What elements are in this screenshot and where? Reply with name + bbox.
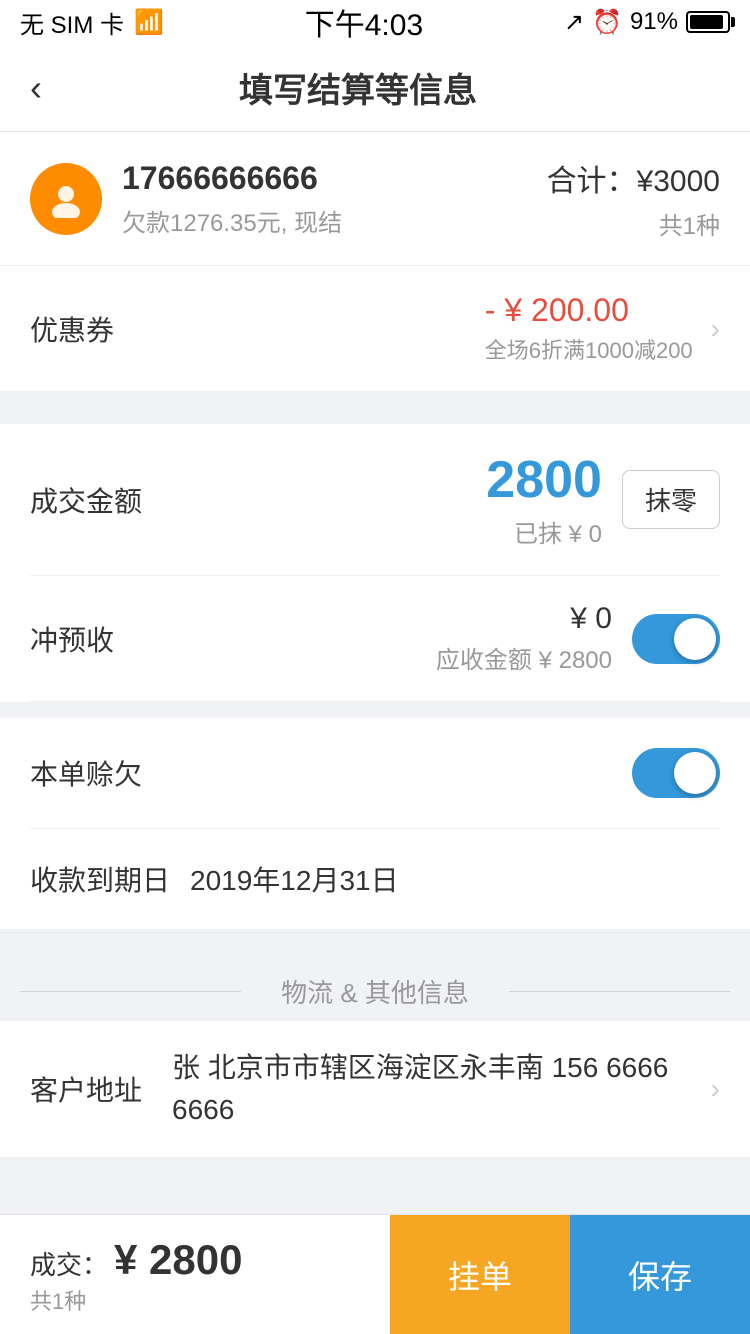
carrier-label: 无 SIM 卡 [20, 5, 124, 40]
debt-toggle[interactable] [632, 748, 720, 798]
coupon-label: 优惠券 [30, 309, 114, 349]
advance-amount-block: ¥ 0 应收金额 ¥ 2800 [436, 602, 612, 675]
address-section[interactable]: 客户地址 张 北京市市辖区海淀区永丰南 156 6666 6666 › [0, 1021, 750, 1157]
logistics-divider: 物流 & 其他信息 [0, 961, 750, 1021]
location-icon: ↗ [564, 8, 584, 37]
debt-label: 本单赊欠 [30, 753, 142, 793]
customer-sub-info: 欠款1276.35元, 现结 [122, 203, 342, 238]
advance-right: ¥ 0 应收金额 ¥ 2800 [436, 602, 720, 675]
footer-summary: 成交： ¥ 2800 共1种 [0, 1234, 390, 1316]
status-time: 下午4:03 [305, 0, 423, 44]
battery-icon [686, 11, 730, 33]
round-button[interactable]: 抹零 [622, 470, 720, 529]
address-chevron-icon: › [711, 1073, 720, 1105]
advance-payment-toggle[interactable] [632, 614, 720, 664]
alarm-icon: ⏰ [592, 8, 622, 37]
pending-button[interactable]: 挂单 [390, 1215, 570, 1334]
transaction-amount-row: 成交金额 2800 已抹 ¥ 0 抹零 [30, 424, 720, 576]
section-gap-1 [0, 408, 750, 424]
coupon-right: - ¥ 200.00 全场6折满1000减200 › [485, 292, 720, 365]
battery-percent: 91% [630, 8, 678, 36]
transaction-amount-sub: 已抹 ¥ 0 [486, 514, 602, 549]
coupon-row[interactable]: 优惠券 - ¥ 200.00 全场6折满1000减200 › [0, 266, 750, 392]
footer-amount: ¥ 2800 [114, 1236, 242, 1284]
coupon-info: - ¥ 200.00 全场6折满1000减200 [485, 292, 693, 365]
address-label: 客户地址 [30, 1069, 142, 1109]
duedate-label: 收款到期日 [30, 859, 170, 899]
amount-right: 2800 已抹 ¥ 0 抹零 [486, 450, 720, 549]
amount-block: 2800 已抹 ¥ 0 [486, 450, 602, 549]
transaction-amount-label: 成交金额 [30, 480, 142, 520]
section-gap-3 [0, 945, 750, 961]
debt-toggle-knob [674, 752, 716, 794]
divider-line-left [20, 991, 241, 992]
footer-transaction-line: 成交： ¥ 2800 [30, 1234, 360, 1284]
footer-transaction-label: 成交： [30, 1245, 108, 1282]
status-left: 无 SIM 卡 📶 [20, 5, 164, 40]
coupon-description: 全场6折满1000减200 [485, 333, 693, 365]
total-count-label: 共1种 [547, 206, 720, 241]
address-value: 张 北京市市辖区海淀区永丰南 156 6666 6666 [172, 1047, 701, 1131]
toggle-knob [674, 618, 716, 660]
transaction-section: 成交金额 2800 已抹 ¥ 0 抹零 冲预收 ¥ 0 应收金额 ¥ 2800 [0, 424, 750, 702]
page-title: 填写结算等信息 [52, 63, 664, 112]
duedate-row: 收款到期日 2019年12月31日 [30, 828, 720, 929]
back-button[interactable]: ‹ [20, 57, 52, 119]
logistics-divider-text: 物流 & 其他信息 [281, 973, 469, 1010]
avatar [30, 163, 102, 235]
transaction-amount-value: 2800 [486, 450, 602, 510]
divider-line-right [509, 991, 730, 992]
debt-section: 本单赊欠 收款到期日 2019年12月31日 [0, 718, 750, 929]
nav-bar: ‹ 填写结算等信息 [0, 44, 750, 132]
customer-info-card: 17666666666 欠款1276.35元, 现结 合计：¥3000 共1种 … [0, 132, 750, 392]
battery-fill [690, 15, 723, 29]
duedate-value: 2019年12月31日 [190, 859, 399, 899]
section-gap-2 [0, 702, 750, 718]
advance-sub-info: 应收金额 ¥ 2800 [436, 640, 612, 675]
advance-payment-row: 冲预收 ¥ 0 应收金额 ¥ 2800 [30, 576, 720, 702]
customer-details: 17666666666 欠款1276.35元, 现结 [122, 160, 342, 238]
customer-info-row: 17666666666 欠款1276.35元, 现结 合计：¥3000 共1种 [0, 132, 750, 266]
save-button[interactable]: 保存 [570, 1215, 750, 1334]
customer-left: 17666666666 欠款1276.35元, 现结 [30, 160, 342, 238]
footer-count: 共1种 [30, 1284, 360, 1316]
coupon-chevron-icon: › [711, 313, 720, 345]
customer-total: 合计：¥3000 共1种 [547, 156, 720, 241]
debt-row: 本单赊欠 [30, 718, 720, 828]
total-amount-label: 合计：¥3000 [547, 156, 720, 200]
advance-payment-label: 冲预收 [30, 619, 114, 659]
customer-phone: 17666666666 [122, 160, 342, 197]
footer: 成交： ¥ 2800 共1种 挂单 保存 [0, 1214, 750, 1334]
advance-amount-value: ¥ 0 [436, 602, 612, 636]
wifi-icon: 📶 [134, 8, 164, 37]
status-bar: 无 SIM 卡 📶 下午4:03 ↗ ⏰ 91% [0, 0, 750, 44]
status-right: ↗ ⏰ 91% [564, 8, 730, 37]
coupon-discount: - ¥ 200.00 [485, 292, 693, 329]
